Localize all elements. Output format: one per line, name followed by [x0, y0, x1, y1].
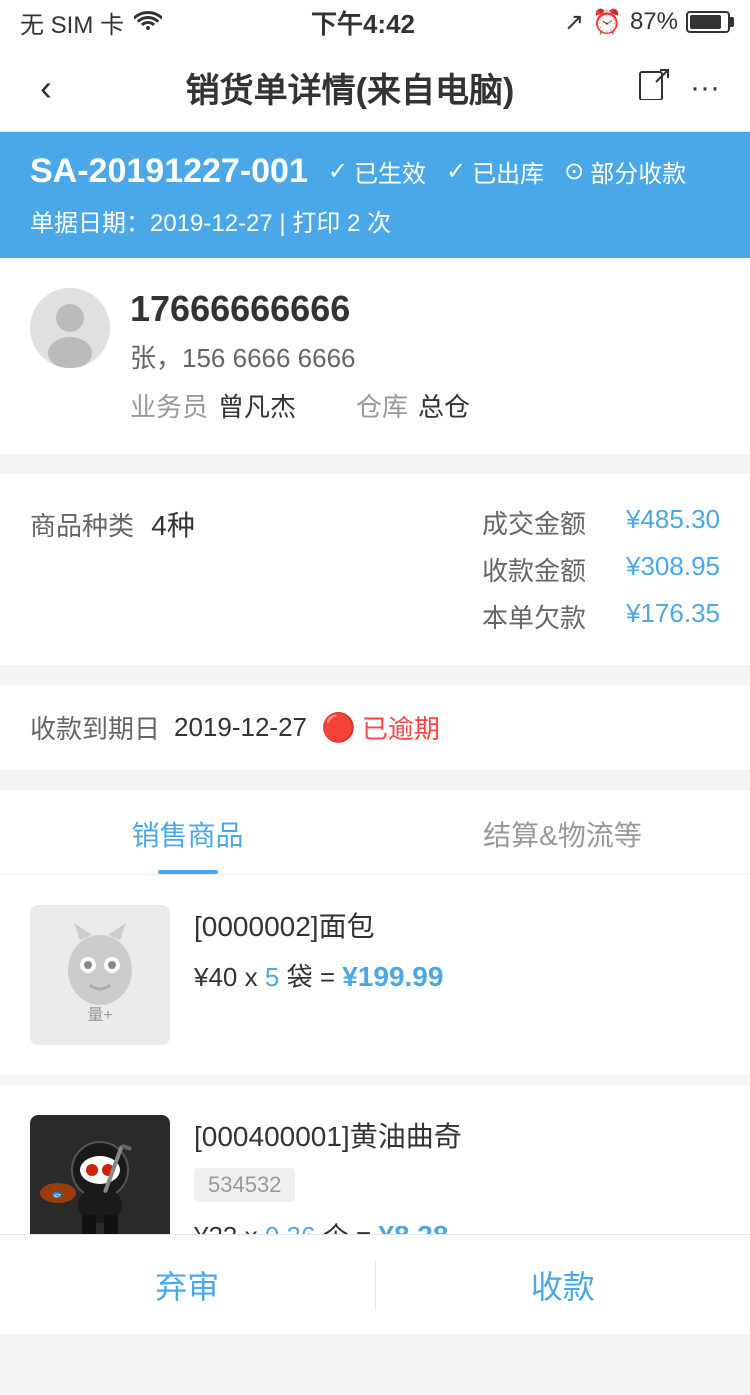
- price-base-bread: ¥40: [194, 962, 237, 992]
- tab-settlement-label: 结算&物流等: [483, 820, 642, 851]
- price-qty-bread: 5: [265, 962, 279, 992]
- badge-partial-label: 部分收款: [590, 154, 686, 189]
- product-name-bread: [0000002]面包: [194, 905, 720, 945]
- sales-value: 曾凡杰: [218, 387, 296, 424]
- warehouse-value: 总仓: [418, 387, 470, 424]
- sales-info: 业务员 曾凡杰: [130, 387, 296, 424]
- product-tag-cookie: 534532: [194, 1168, 295, 1202]
- overdue-badge: 🔴 已逾期: [321, 709, 440, 746]
- svg-text:量+: 量+: [87, 1007, 112, 1024]
- status-time: 下午4:42: [311, 4, 415, 41]
- order-id: SA-20191227-001: [30, 152, 308, 191]
- product-price-bread: ¥40 x 5 袋 = ¥199.99: [194, 957, 720, 994]
- status-bar: 无 SIM 卡 下午4:42 ↗ ⏰ 87%: [0, 0, 750, 44]
- share-button[interactable]: [638, 68, 670, 108]
- sales-label: 业务员: [130, 387, 208, 424]
- clock-icon: ⊙: [564, 157, 584, 186]
- badge-shipped: ✓ 已出库: [446, 154, 544, 189]
- price-unit-bread: 袋: [287, 962, 313, 992]
- confirm-button[interactable]: 收款: [376, 1235, 750, 1334]
- more-button[interactable]: ···: [690, 71, 720, 105]
- deal-amount-row: 成交金额 ¥485.30: [482, 504, 720, 541]
- page-title: 销货单详情(来自电脑): [186, 63, 515, 112]
- product-count-label: 商品种类: [30, 511, 134, 541]
- alarm-icon: ⏰: [592, 8, 622, 37]
- amount-stats: 成交金额 ¥485.30 收款金额 ¥308.95 本单欠款 ¥176.35: [482, 504, 720, 635]
- back-button[interactable]: ‹: [30, 57, 62, 119]
- status-left: 无 SIM 卡: [20, 5, 162, 40]
- debt-label: 本单欠款: [482, 598, 586, 635]
- status-right: ↗ ⏰ 87%: [564, 8, 730, 37]
- check-icon-1: ✓: [328, 157, 348, 186]
- carrier-text: 无 SIM 卡: [20, 5, 124, 40]
- customer-name-phone: 张，156 6666 6666: [130, 338, 720, 375]
- battery-percent: 87%: [630, 8, 678, 36]
- header-banner: SA-20191227-001 ✓ 已生效 ✓ 已出库 ⊙ 部分收款 单据日期：…: [0, 132, 750, 258]
- badge-effective-label: 已生效: [354, 154, 426, 189]
- warehouse-label: 仓库: [356, 387, 408, 424]
- badge-shipped-label: 已出库: [472, 154, 544, 189]
- badge-partial: ⊙ 部分收款: [564, 154, 686, 189]
- cancel-button[interactable]: 弃审: [0, 1235, 375, 1334]
- tab-sales-products[interactable]: 销售商品: [0, 790, 375, 874]
- product-count-area: 商品种类 4种: [30, 504, 195, 544]
- check-icon-2: ✓: [446, 157, 466, 186]
- product-count-value: 4种: [151, 510, 195, 541]
- deal-amount: ¥485.30: [626, 504, 720, 541]
- customer-avatar: [30, 288, 110, 368]
- product-details-bread: [0000002]面包 ¥40 x 5 袋 = ¥199.99: [194, 905, 720, 1045]
- customer-info: 17666666666 张，156 6666 6666 业务员 曾凡杰 仓库 总…: [130, 288, 720, 424]
- tab-sales-label: 销售商品: [131, 820, 243, 851]
- doc-date: 单据日期：2019-12-27 | 打印 2 次: [30, 203, 720, 238]
- nav-bar: ‹ 销货单详情(来自电脑) ···: [0, 44, 750, 132]
- warehouse-info: 仓库 总仓: [356, 387, 470, 424]
- location-icon: ↗: [564, 8, 584, 37]
- product-name-cookie: [000400001]黄油曲奇: [194, 1115, 720, 1155]
- badge-effective: ✓ 已生效: [328, 154, 426, 189]
- debt-amount-row: 本单欠款 ¥176.35: [482, 598, 720, 635]
- received-label: 收款金额: [482, 551, 586, 588]
- stats-section: 商品种类 4种 成交金额 ¥485.30 收款金额 ¥308.95 本单欠款 ¥…: [0, 474, 750, 665]
- overdue-text: 已逾期: [362, 709, 440, 746]
- due-date-value: 2019-12-27: [174, 712, 307, 743]
- received-amount-row: 收款金额 ¥308.95: [482, 551, 720, 588]
- tabs-section: 销售商品 结算&物流等: [0, 790, 750, 875]
- debt-amount: ¥176.35: [626, 598, 720, 635]
- nav-actions: ···: [638, 68, 720, 108]
- price-eq-bread: =: [320, 962, 342, 992]
- bottom-bar: 弃审 收款: [0, 1234, 750, 1334]
- due-date-label: 收款到期日: [30, 709, 160, 746]
- price-total-bread: ¥199.99: [342, 961, 443, 992]
- customer-meta: 业务员 曾凡杰 仓库 总仓: [130, 387, 720, 424]
- deal-label: 成交金额: [482, 504, 586, 541]
- due-date-section: 收款到期日 2019-12-27 🔴 已逾期: [0, 685, 750, 770]
- overdue-icon: 🔴: [321, 711, 356, 744]
- product-item-bread: 量+ [0000002]面包 ¥40 x 5 袋 = ¥199.99: [0, 875, 750, 1075]
- customer-id: 17666666666: [130, 288, 720, 330]
- product-image-bread: 量+: [30, 905, 170, 1045]
- received-amount: ¥308.95: [626, 551, 720, 588]
- customer-section: 17666666666 张，156 6666 6666 业务员 曾凡杰 仓库 总…: [0, 258, 750, 454]
- wifi-icon: [134, 8, 162, 37]
- banner-top: SA-20191227-001 ✓ 已生效 ✓ 已出库 ⊙ 部分收款: [30, 152, 720, 191]
- battery-icon: [686, 11, 730, 33]
- tab-settlement[interactable]: 结算&物流等: [375, 790, 750, 874]
- svg-text:🐟: 🐟: [52, 1189, 64, 1200]
- price-x-bread: x: [245, 962, 265, 992]
